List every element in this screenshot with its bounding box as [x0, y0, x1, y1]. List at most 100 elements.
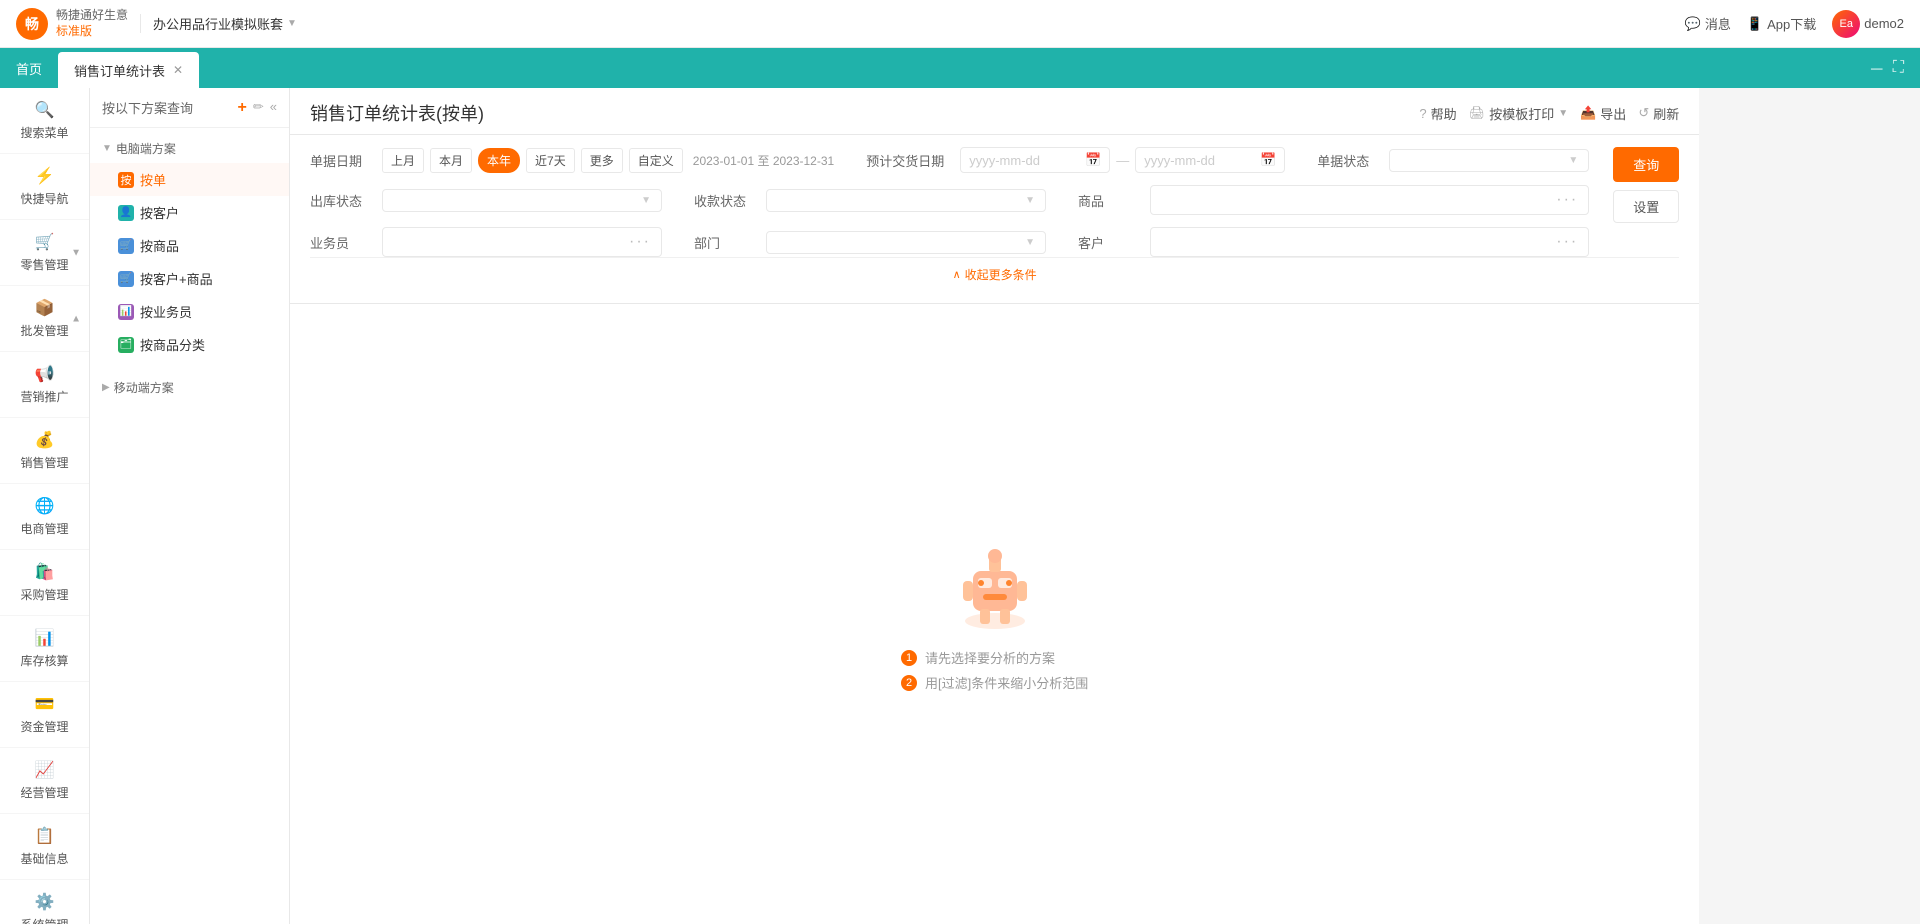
scheme-panel-header: 按以下方案查询 + ✏ « [90, 88, 289, 128]
settings-button[interactable]: 设置 [1613, 190, 1679, 223]
department-select[interactable]: ▼ [766, 231, 1046, 254]
sidebar-item-retail[interactable]: 🛒 零售管理 ▼ [0, 220, 89, 286]
expand-icon: ▼ [102, 143, 112, 154]
logo-area: 畅 畅捷通好生意 标准版 [16, 8, 128, 40]
filter-row-3: 业务员 ··· 部门 ▼ 客户 [310, 227, 1589, 257]
sidebar-item-basic-info[interactable]: 📋 基础信息 [0, 814, 89, 880]
maximize-icon[interactable]: ⛶ [1893, 59, 1904, 77]
status-chevron-icon: ▼ [1568, 155, 1578, 166]
expected-date-from[interactable]: yyyy-mm-dd 📅 [960, 147, 1110, 173]
ship-status-select[interactable]: ▼ [382, 189, 662, 212]
template-print-btn[interactable]: 🖨 按模板打印 ▼ [1469, 104, 1568, 123]
logo-text: 畅捷通好生意 标准版 [56, 8, 128, 39]
top-bar-left: 畅 畅捷通好生意 标准版 办公用品行业模拟账套 ▼ [16, 8, 297, 40]
user-profile[interactable]: Ea demo2 [1832, 10, 1904, 38]
tab-close-icon[interactable]: ✕ [173, 63, 183, 77]
expected-date-range: yyyy-mm-dd 📅 — yyyy-mm-dd 📅 [960, 147, 1285, 173]
status-select[interactable]: ▼ [1389, 149, 1589, 172]
message-btn[interactable]: 💬 消息 [1685, 14, 1731, 33]
date-btn-group: 上月 本月 本年 近7天 更多 自定义 2023-01-01 至 2023-12… [382, 148, 834, 173]
sidebar-item-search-menu[interactable]: 🔍 搜索菜单 [0, 88, 89, 154]
empty-illustration [945, 536, 1045, 636]
scheme-item-by-customer-goods[interactable]: 🛒 按客户+商品 [90, 262, 289, 295]
page-header: 销售订单统计表(按单) ? 帮助 🖨 按模板打印 ▼ 📤 导出 [290, 88, 1699, 135]
salesman-dots-icon: ··· [629, 233, 651, 251]
scheme-item-by-customer[interactable]: 👤 按客户 [90, 196, 289, 229]
edit-scheme-btn[interactable]: ✏ [253, 99, 264, 117]
card-icon: 💳 [35, 694, 55, 714]
date-btn-custom[interactable]: 自定义 [629, 148, 683, 173]
sidebar-item-system[interactable]: ⚙️ 系统管理 [0, 880, 89, 924]
filter-row-1: 单据日期 上月 本月 本年 近7天 更多 自定义 2023-01-01 至 20… [310, 147, 1589, 173]
collapse-bar[interactable]: ∧ 收起更多条件 [310, 257, 1679, 291]
tab-home[interactable]: 首页 [0, 48, 58, 88]
help-btn[interactable]: ? 帮助 [1419, 104, 1456, 123]
page-title: 销售订单统计表(按单) [310, 100, 484, 126]
customer-select[interactable]: ··· [1150, 227, 1589, 257]
date-btn-more[interactable]: 更多 [581, 148, 623, 173]
date-btn-this-month[interactable]: 本月 [430, 148, 472, 173]
expected-date-to[interactable]: yyyy-mm-dd 📅 [1135, 147, 1285, 173]
sidebar-item-finance[interactable]: 💳 资金管理 [0, 682, 89, 748]
filter-area: 单据日期 上月 本月 本年 近7天 更多 自定义 2023-01-01 至 20… [290, 135, 1699, 304]
sidebar-item-quick-nav[interactable]: ⚡ 快捷导航 [0, 154, 89, 220]
top-bar: 畅 畅捷通好生意 标准版 办公用品行业模拟账套 ▼ 💬 消息 📱 App下载 E… [0, 0, 1920, 48]
scheme-item-by-category[interactable]: 🗂 按商品分类 [90, 328, 289, 361]
sidebar-item-purchase[interactable]: 🛍️ 采购管理 [0, 550, 89, 616]
scheme-panel-actions: + ✏ « [238, 99, 277, 117]
panel-content: 按以下方案查询 + ✏ « ▼ 电脑端方案 按 按单 👤 [90, 88, 1699, 924]
sidebar-item-inventory[interactable]: 📊 库存核算 [0, 616, 89, 682]
payment-status-select[interactable]: ▼ [766, 189, 1046, 212]
goods-dots-icon: ··· [1556, 191, 1578, 209]
collapse-panel-btn[interactable]: « [270, 99, 277, 117]
goods-select[interactable]: ··· [1150, 185, 1589, 215]
date-btn-this-year[interactable]: 本年 [478, 148, 520, 173]
sidebar-item-ecommerce[interactable]: 🌐 电商管理 [0, 484, 89, 550]
scheme-icon-customer-goods: 🛒 [118, 271, 134, 287]
scheme-item-by-order[interactable]: 按 按单 [90, 163, 289, 196]
export-btn[interactable]: 📤 导出 [1580, 104, 1626, 123]
expand-arrow-wholesale: ▲ [71, 313, 81, 324]
minimize-icon[interactable]: － [1869, 56, 1885, 80]
sidebar-item-business[interactable]: 📈 经营管理 [0, 748, 89, 814]
box-icon: 📦 [35, 298, 55, 318]
globe-icon: 🌐 [35, 496, 55, 516]
list-icon: 📋 [35, 826, 55, 846]
chevron-down-icon: ▼ [287, 18, 297, 29]
salesman-select[interactable]: ··· [382, 227, 662, 257]
app-selector[interactable]: 办公用品行业模拟账套 ▼ [140, 14, 297, 33]
logo-icon: 畅 [16, 8, 48, 40]
scheme-group-mobile-title[interactable]: ▶ 移动端方案 [90, 373, 289, 402]
scheme-group-pc: ▼ 电脑端方案 按 按单 👤 按客户 🛒 按商品 🛒 按客户+商品 [90, 128, 289, 367]
date-btn-last-7[interactable]: 近7天 [526, 148, 575, 173]
filter-row-2: 出库状态 ▼ 收款状态 ▼ 商品 [310, 185, 1589, 215]
scheme-item-by-salesman[interactable]: 📊 按业务员 [90, 295, 289, 328]
scheme-item-by-goods[interactable]: 🛒 按商品 [90, 229, 289, 262]
refresh-icon: ↺ [1638, 105, 1649, 121]
calendar-icon-from: 📅 [1085, 152, 1101, 168]
filter-wrapper: 单据日期 上月 本月 本年 近7天 更多 自定义 2023-01-01 至 20… [310, 147, 1679, 257]
avatar: Ea [1832, 10, 1860, 38]
search-icon: 🔍 [35, 100, 55, 120]
top-bar-right: 💬 消息 📱 App下载 Ea demo2 [1685, 10, 1904, 38]
filter-main: 单据日期 上月 本月 本年 近7天 更多 自定义 2023-01-01 至 20… [310, 147, 1589, 257]
sidebar-item-sales[interactable]: 💰 销售管理 [0, 418, 89, 484]
collapse-icon: ▶ [102, 382, 110, 393]
scheme-group-pc-title[interactable]: ▼ 电脑端方案 [90, 134, 289, 163]
app-download-btn[interactable]: 📱 App下载 [1747, 14, 1816, 33]
scheme-icon-salesman: 📊 [118, 304, 134, 320]
add-scheme-btn[interactable]: + [238, 99, 247, 117]
scheme-icon-goods: 🛒 [118, 238, 134, 254]
sidebar-item-marketing[interactable]: 📢 营销推广 [0, 352, 89, 418]
refresh-btn[interactable]: ↺ 刷新 [1638, 104, 1679, 123]
tab-orders[interactable]: 销售订单统计表 ✕ [58, 52, 199, 88]
sidebar: 🔍 搜索菜单 ⚡ 快捷导航 🛒 零售管理 ▼ 📦 批发管理 ▲ 📢 营销推广 💰… [0, 88, 90, 924]
sidebar-item-wholesale[interactable]: 📦 批发管理 ▲ [0, 286, 89, 352]
content-body: 1 请先选择要分析的方案 2 用[过滤]条件来缩小分析范围 [290, 304, 1699, 924]
message-icon: 💬 [1685, 16, 1701, 32]
dept-chevron-icon: ▼ [1025, 237, 1035, 248]
bag-icon: 🛍️ [35, 562, 55, 582]
date-btn-last-month[interactable]: 上月 [382, 148, 424, 173]
search-button[interactable]: 查询 [1613, 147, 1679, 182]
megaphone-icon: 📢 [35, 364, 55, 384]
